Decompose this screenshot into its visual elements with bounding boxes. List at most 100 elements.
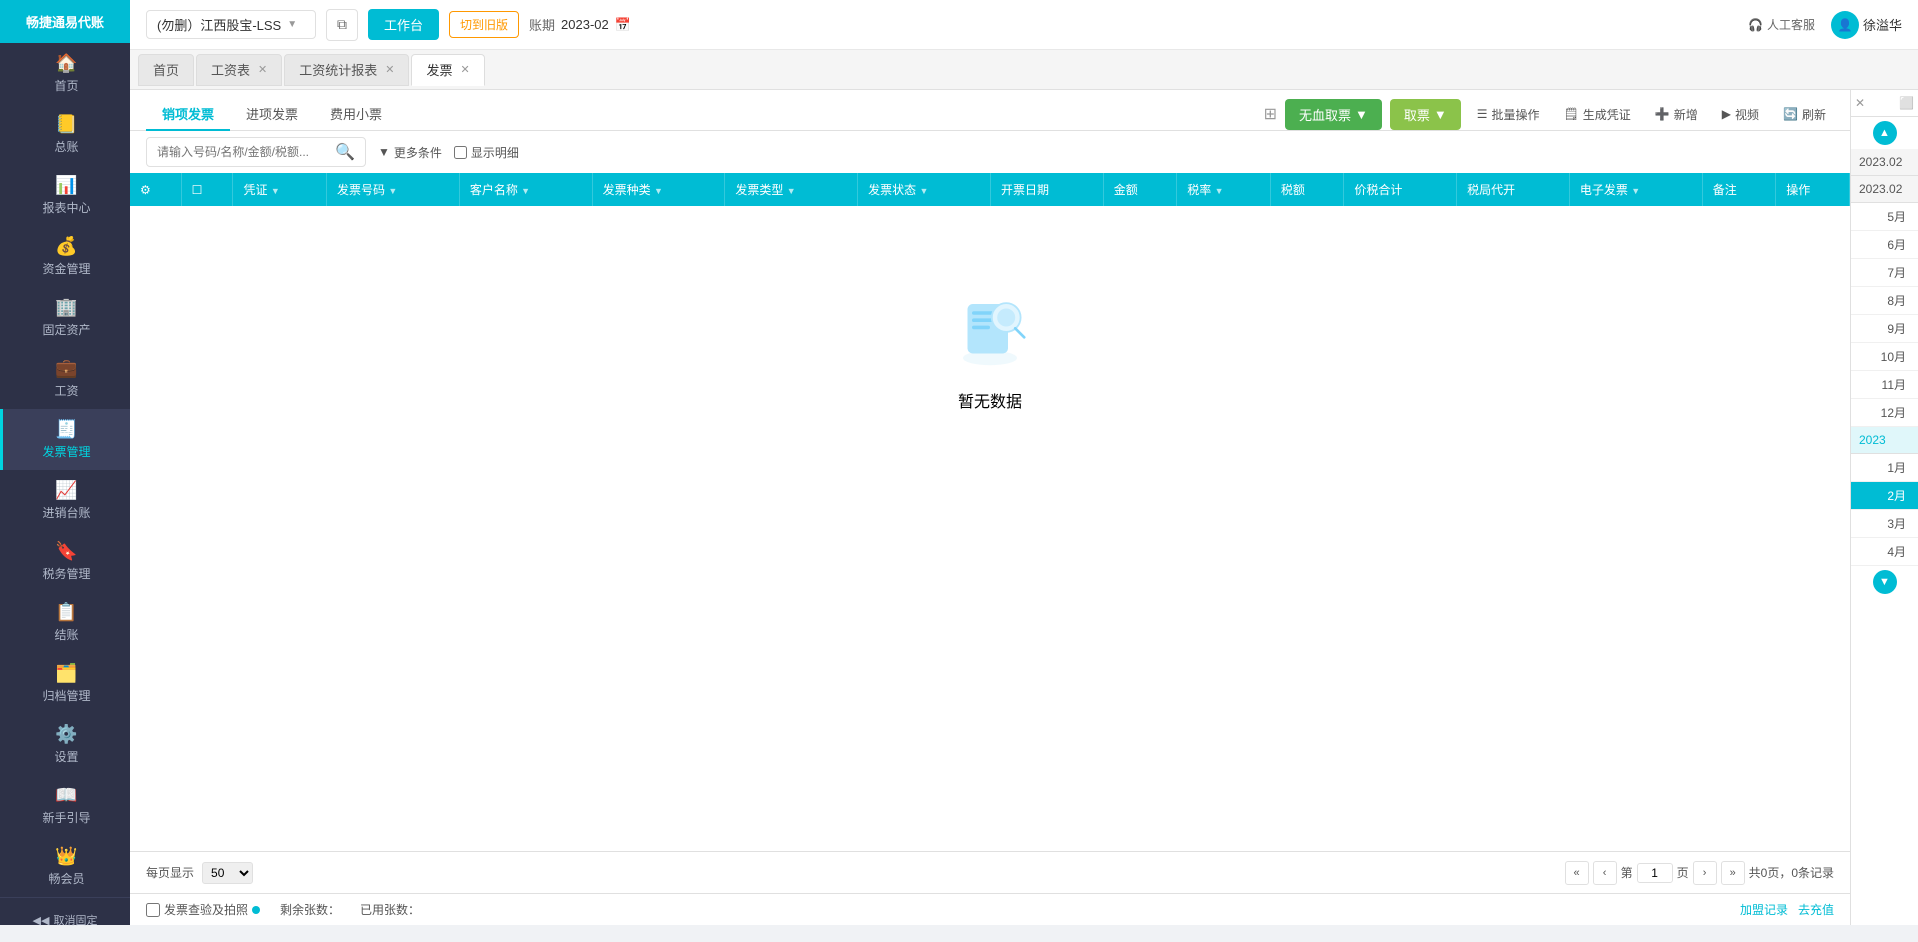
sidebar-item-invoice[interactable]: 🧾 发票管理: [0, 409, 130, 470]
prev-page-btn[interactable]: ‹: [1593, 861, 1617, 885]
period-year-2023[interactable]: 2023: [1851, 427, 1918, 454]
col-tax-bureau[interactable]: 税局代开: [1457, 173, 1570, 206]
service-link[interactable]: 🎧 人工客服: [1748, 16, 1815, 33]
copy-button[interactable]: ⧉: [326, 9, 358, 41]
sidebar-item-funds[interactable]: 💰 资金管理: [0, 226, 130, 287]
period-year-2023-top[interactable]: 2023.02: [1851, 149, 1918, 176]
sidebar-item-payroll-label: 工资: [54, 382, 78, 399]
sidebar-item-invoice-label: 发票管理: [42, 443, 90, 460]
period-month-8[interactable]: 8月: [1851, 287, 1918, 315]
new-action[interactable]: ➕ 新增: [1647, 102, 1706, 127]
workbench-button[interactable]: 工作台: [368, 9, 439, 40]
period-nav-down[interactable]: ▼: [1873, 570, 1897, 594]
switch-version-button[interactable]: 切到旧版: [449, 11, 519, 38]
col-invoice-category[interactable]: 发票类型 ▼: [725, 173, 858, 206]
sidebar-item-sales[interactable]: 📈 进销台账: [0, 470, 130, 531]
tab-home[interactable]: 首页: [138, 54, 194, 86]
refresh-action[interactable]: 🔄 刷新: [1775, 102, 1834, 127]
check-checkbox[interactable]: [146, 903, 160, 917]
first-page-btn[interactable]: «: [1565, 861, 1589, 885]
month-2023-4-label: 4月: [1887, 543, 1906, 560]
more-conditions[interactable]: ▼ 更多条件: [378, 144, 442, 161]
tab-payroll-stats-close[interactable]: ✕: [385, 63, 394, 76]
sidebar-collapse[interactable]: ◀◀ 取消固定: [5, 906, 125, 934]
sub-tab-sales-invoice[interactable]: 销项发票: [146, 98, 230, 131]
period-month-10[interactable]: 10月: [1851, 343, 1918, 371]
col-checkbox[interactable]: ☐: [181, 173, 233, 206]
period-year-2023-second[interactable]: 2023.02: [1851, 176, 1918, 203]
period-nav-up[interactable]: ▲: [1873, 121, 1897, 145]
search-input[interactable]: [157, 145, 329, 159]
ticket-button[interactable]: 取票 ▼: [1390, 99, 1461, 130]
page-input[interactable]: [1637, 863, 1673, 883]
batch-op-action[interactable]: ☰ 批量操作: [1469, 102, 1548, 127]
month-5-label: 5月: [1887, 208, 1906, 225]
sidebar-item-assets-label: 固定资产: [42, 321, 90, 338]
col-settings[interactable]: ⚙: [130, 173, 181, 206]
next-page-btn[interactable]: ›: [1693, 861, 1717, 885]
sidebar-item-close[interactable]: 📋 结账: [0, 592, 130, 653]
col-voucher[interactable]: 凭证 ▼: [233, 173, 327, 206]
show-detail-checkbox[interactable]: [454, 146, 467, 159]
grid-view-icon[interactable]: ⊞: [1264, 104, 1277, 124]
tab-invoice-close[interactable]: ✕: [461, 63, 470, 76]
col-e-invoice[interactable]: 电子发票 ▼: [1569, 173, 1702, 206]
col-amount[interactable]: 金额: [1103, 173, 1177, 206]
right-panel-header: ✕ ⬜: [1851, 90, 1918, 117]
generate-voucher-icon: 🗒: [1564, 107, 1579, 121]
per-page-select[interactable]: 50 10 20 100: [202, 862, 253, 884]
sidebar-item-reports[interactable]: 📊 报表中心: [0, 165, 130, 226]
period-month-5[interactable]: 5月: [1851, 203, 1918, 231]
col-open-date[interactable]: 开票日期: [990, 173, 1103, 206]
col-tax-amount[interactable]: 税额: [1270, 173, 1344, 206]
show-detail[interactable]: 显示明细: [454, 144, 519, 161]
sidebar-item-settings[interactable]: ⚙️ 设置: [0, 714, 130, 775]
video-action[interactable]: ▶ 视频: [1714, 102, 1767, 127]
tab-payroll-close[interactable]: ✕: [258, 63, 267, 76]
period-month-11[interactable]: 11月: [1851, 371, 1918, 399]
col-invoice-type[interactable]: 发票种类 ▼: [592, 173, 725, 206]
period-month-9[interactable]: 9月: [1851, 315, 1918, 343]
sidebar-item-assets[interactable]: 🏢 固定资产: [0, 287, 130, 348]
right-panel-expand-btn[interactable]: ⬜: [1899, 96, 1914, 110]
period-month-2023-2[interactable]: 2月: [1851, 482, 1918, 510]
tab-payroll[interactable]: 工资表 ✕: [196, 54, 282, 86]
sidebar-item-payroll[interactable]: 💼 工资: [0, 348, 130, 409]
sub-tab-expense-receipt[interactable]: 费用小票: [314, 98, 398, 131]
period-month-6[interactable]: 6月: [1851, 231, 1918, 259]
month-2023-3-label: 3月: [1887, 515, 1906, 532]
col-remark[interactable]: 备注: [1702, 173, 1776, 206]
period-month-12[interactable]: 12月: [1851, 399, 1918, 427]
last-page-btn[interactable]: »: [1721, 861, 1745, 885]
col-tax-rate[interactable]: 税率 ▼: [1177, 173, 1271, 206]
tab-payroll-stats[interactable]: 工资统计报表 ✕: [284, 54, 409, 86]
generate-voucher-action[interactable]: 🗒 生成凭证: [1556, 102, 1639, 127]
sidebar-item-home[interactable]: 🏠 首页: [0, 43, 130, 104]
recharge-link[interactable]: 去充值: [1798, 901, 1834, 918]
sidebar-item-tax[interactable]: 🔖 税务管理: [0, 531, 130, 592]
period-month-2023-4[interactable]: 4月: [1851, 538, 1918, 566]
period-month-7[interactable]: 7月: [1851, 259, 1918, 287]
sidebar-item-archive[interactable]: 🗂️ 归档管理: [0, 653, 130, 714]
more-conditions-label: 更多条件: [394, 144, 442, 161]
main-area: (勿删）江西股宝-LSS ▼ ⧉ 工作台 切到旧版 账期 2023-02 📅 🎧…: [130, 0, 1918, 925]
period-month-2023-1[interactable]: 1月: [1851, 454, 1918, 482]
tab-invoice[interactable]: 发票 ✕: [411, 54, 484, 86]
col-customer[interactable]: 客户名称 ▼: [459, 173, 592, 206]
sidebar-item-guide[interactable]: 📖 新手引导: [0, 775, 130, 836]
col-invoice-no[interactable]: 发票号码 ▼: [327, 173, 460, 206]
month-10-label: 10月: [1881, 348, 1906, 365]
user-info[interactable]: 👤 徐溢华: [1831, 11, 1902, 39]
period-month-2023-3[interactable]: 3月: [1851, 510, 1918, 538]
no-ticket-button[interactable]: 无血取票 ▼: [1285, 99, 1382, 130]
sidebar-item-member[interactable]: 👑 畅会员: [0, 836, 130, 897]
sidebar-item-ledger[interactable]: 📒 总账: [0, 104, 130, 165]
col-total[interactable]: 价税合计: [1344, 173, 1457, 206]
tax-icon: 🔖: [55, 541, 77, 562]
right-panel-close-btn[interactable]: ✕: [1855, 96, 1865, 110]
col-invoice-status[interactable]: 发票状态 ▼: [858, 173, 991, 206]
sub-tab-purchase-invoice[interactable]: 进项发票: [230, 98, 314, 131]
join-record-link[interactable]: 加盟记录: [1740, 901, 1788, 918]
company-selector[interactable]: (勿删）江西股宝-LSS ▼: [146, 10, 316, 39]
content-inner: 销项发票 进项发票 费用小票 ⊞ 无血取票 ▼: [130, 90, 1850, 925]
